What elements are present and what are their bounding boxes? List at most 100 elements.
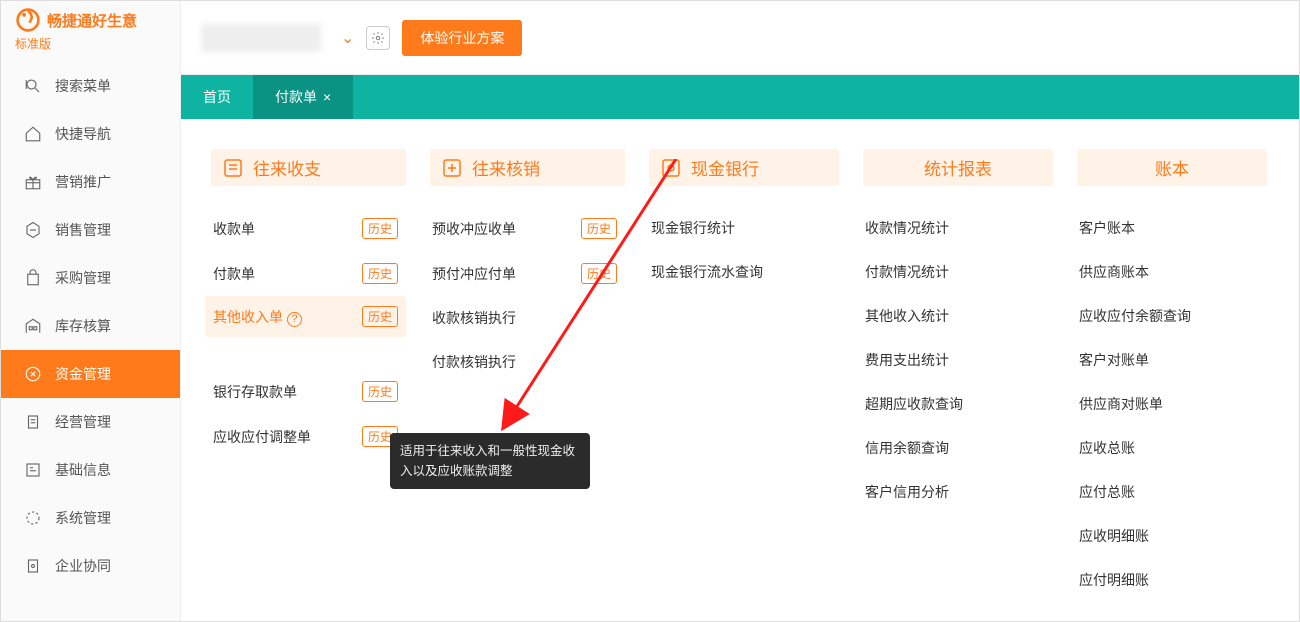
- menu-ap-detail[interactable]: 应付明细账: [1077, 558, 1267, 602]
- menu-label: 信用余额查询: [865, 438, 949, 458]
- menu-overdue-ar[interactable]: 超期应收款查询: [863, 382, 1053, 426]
- help-icon[interactable]: ?: [287, 312, 302, 327]
- menu-other-income[interactable]: 其他收入单? 历史: [205, 296, 406, 337]
- column-zb: 账本 客户账本 供应商账本 应收应付余额查询 客户对账单 供应商对账单 应收总账…: [1077, 149, 1267, 591]
- history-tag[interactable]: 历史: [362, 306, 398, 327]
- menu-label: 应付总账: [1079, 482, 1135, 502]
- history-tag[interactable]: 历史: [362, 218, 398, 239]
- history-tag[interactable]: 历史: [362, 381, 398, 402]
- menu-supplier-ledger[interactable]: 供应商账本: [1077, 250, 1267, 294]
- menu-cash-stat[interactable]: 现金银行统计: [649, 206, 839, 250]
- close-icon[interactable]: ×: [323, 89, 331, 105]
- brand-edition: 标准版: [1, 35, 180, 52]
- brand-title: 畅捷通好生意: [47, 10, 137, 31]
- menu-customer-statement[interactable]: 客户对账单: [1077, 338, 1267, 382]
- column-header: 往来收支: [211, 149, 406, 186]
- tab-label: 首页: [203, 87, 231, 107]
- bank-icon: [659, 156, 683, 180]
- column-title: 往来收支: [253, 155, 321, 180]
- menu-ar-detail[interactable]: 应收明细账: [1077, 514, 1267, 558]
- menu-receipt-exec[interactable]: 收款核销执行: [430, 296, 625, 340]
- menu-label: 供应商账本: [1079, 262, 1149, 282]
- history-tag[interactable]: 历史: [362, 263, 398, 284]
- menu-prepay-offset[interactable]: 预付冲应付单 历史: [430, 251, 625, 296]
- menu-payment[interactable]: 付款单 历史: [211, 251, 406, 296]
- menu-customer-ledger[interactable]: 客户账本: [1077, 206, 1267, 250]
- sidebar: 畅捷通好生意 标准版 搜索菜单 快捷导航 营销推广 销售管理 采购管理 库存核算…: [1, 1, 181, 621]
- brand-logo-icon: [15, 7, 41, 33]
- menu-other-income-stat[interactable]: 其他收入统计: [863, 294, 1053, 338]
- sidebar-item-marketing[interactable]: 营销推广: [1, 158, 180, 206]
- column-title: 往来核销: [472, 155, 540, 180]
- column-header: 现金银行: [649, 149, 839, 186]
- menu-ap-general[interactable]: 应付总账: [1077, 470, 1267, 514]
- menu-label: 收款单: [213, 219, 255, 239]
- sidebar-item-collab[interactable]: 企业协同: [1, 542, 180, 590]
- sidebar-item-label: 采购管理: [55, 268, 111, 288]
- menu-label: 费用支出统计: [865, 350, 949, 370]
- search-icon: [23, 76, 43, 96]
- menu-label: 预收冲应收单: [432, 219, 516, 239]
- collab-icon: [23, 556, 43, 576]
- sidebar-item-sales[interactable]: 销售管理: [1, 206, 180, 254]
- history-tag[interactable]: 历史: [581, 218, 617, 239]
- menu-supplier-statement[interactable]: 供应商对账单: [1077, 382, 1267, 426]
- menu-label: 应收明细账: [1079, 526, 1149, 546]
- menu-arap-balance[interactable]: 应收应付余额查询: [1077, 294, 1267, 338]
- sidebar-item-label: 销售管理: [55, 220, 111, 240]
- menu-credit-balance[interactable]: 信用余额查询: [863, 426, 1053, 470]
- chevron-down-icon[interactable]: ⌄: [341, 28, 354, 48]
- gear-icon[interactable]: [366, 26, 390, 50]
- sidebar-item-quick-nav[interactable]: 快捷导航: [1, 110, 180, 158]
- column-header: 账本: [1077, 149, 1267, 186]
- sidebar-item-label: 基础信息: [55, 460, 111, 480]
- sidebar-item-purchase[interactable]: 采购管理: [1, 254, 180, 302]
- sidebar-item-base-info[interactable]: 基础信息: [1, 446, 180, 494]
- sidebar-item-operation[interactable]: 经营管理: [1, 398, 180, 446]
- menu-label: 付款情况统计: [865, 262, 949, 282]
- history-tag[interactable]: 历史: [581, 263, 617, 284]
- menu-label: 现金银行流水查询: [651, 262, 763, 282]
- menu-payment-stat[interactable]: 付款情况统计: [863, 250, 1053, 294]
- settings-dashed-icon: [23, 508, 43, 528]
- tab-home[interactable]: 首页: [181, 75, 253, 119]
- menu-label: 客户账本: [1079, 218, 1135, 238]
- menu-label: 现金银行统计: [651, 218, 735, 238]
- menu-ar-ap-adjust[interactable]: 应收应付调整单历史: [211, 414, 406, 459]
- tab-label: 付款单: [275, 87, 317, 107]
- menu-receipt[interactable]: 收款单 历史: [211, 206, 406, 251]
- sidebar-item-cash[interactable]: 资金管理: [1, 350, 180, 398]
- menu-expense-stat[interactable]: 费用支出统计: [863, 338, 1053, 382]
- menu-prereceipt-offset[interactable]: 预收冲应收单 历史: [430, 206, 625, 251]
- menu-payment-exec[interactable]: 付款核销执行: [430, 340, 625, 384]
- menu-cash-flow[interactable]: 现金银行流水查询: [649, 250, 839, 294]
- menu-label: 付款单: [213, 264, 255, 284]
- column-wlhx: 往来核销 预收冲应收单历史 预付冲应付单历史 收款核销执行 付款核销执行: [430, 149, 625, 591]
- menu-label: 其他收入单?: [213, 307, 302, 327]
- content: 适用于往来收入和一般性现金收入以及应收账款调整 往来收支 收款单历史 付款单历史…: [181, 119, 1299, 621]
- topbar: ⌄ 体验行业方案: [181, 1, 1299, 75]
- menu-label: 预付冲应付单: [432, 264, 516, 284]
- menu-receipt-stat[interactable]: 收款情况统计: [863, 206, 1053, 250]
- menu-ar-general[interactable]: 应收总账: [1077, 426, 1267, 470]
- sidebar-item-label: 营销推广: [55, 172, 111, 192]
- column-tjbb: 统计报表 收款情况统计 付款情况统计 其他收入统计 费用支出统计 超期应收款查询…: [863, 149, 1053, 591]
- menu-customer-credit[interactable]: 客户信用分析: [863, 470, 1053, 514]
- brand: 畅捷通好生意: [1, 1, 180, 35]
- org-name-blurred: [201, 24, 321, 52]
- menu-label: 客户信用分析: [865, 482, 949, 502]
- menu-bank-io[interactable]: 银行存取款单历史: [211, 369, 406, 414]
- menu-label: 供应商对账单: [1079, 394, 1163, 414]
- column-header: 往来核销: [430, 149, 625, 186]
- menu-label: 收款情况统计: [865, 218, 949, 238]
- bag-icon: [23, 268, 43, 288]
- column-wlsz: 往来收支 收款单历史 付款单历史 其他收入单?历史 费用支出单 银行存取款单历史…: [211, 149, 406, 591]
- sidebar-item-inventory[interactable]: 库存核算: [1, 302, 180, 350]
- sidebar-item-system[interactable]: 系统管理: [1, 494, 180, 542]
- tooltip: 适用于往来收入和一般性现金收入以及应收账款调整: [390, 433, 590, 489]
- tab-payment[interactable]: 付款单 ×: [253, 75, 353, 119]
- try-plan-button[interactable]: 体验行业方案: [402, 20, 522, 56]
- sidebar-item-search-menu[interactable]: 搜索菜单: [1, 62, 180, 110]
- column-title: 统计报表: [924, 155, 992, 180]
- sidebar-item-label: 搜索菜单: [55, 76, 111, 96]
